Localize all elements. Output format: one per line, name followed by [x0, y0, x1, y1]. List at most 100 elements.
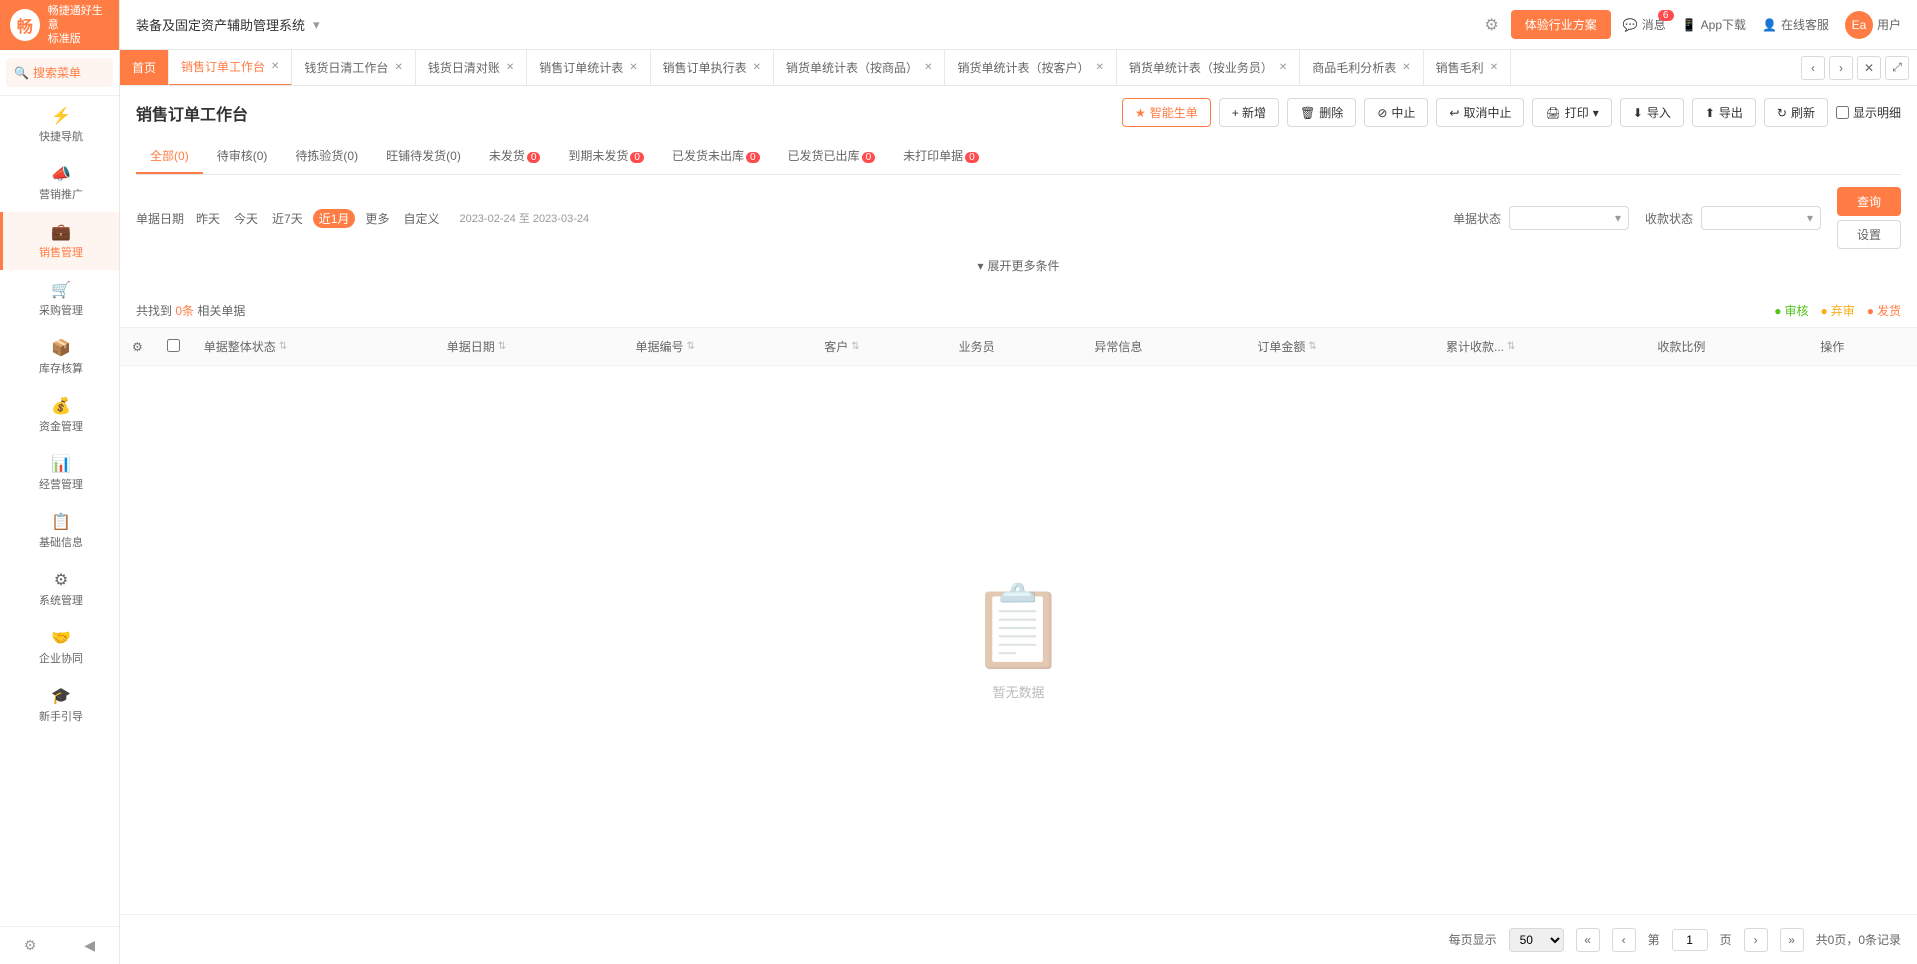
sidebar-item-quick-nav[interactable]: ⚡ 快捷导航	[0, 96, 119, 154]
smart-create-button[interactable]: ★ 智能生单	[1122, 98, 1211, 127]
sidebar-item-sales[interactable]: 💼 销售管理	[0, 212, 119, 270]
pagination-next-button[interactable]: ›	[1744, 928, 1768, 952]
sort-date-button[interactable]: 单据日期 ⇅	[447, 338, 612, 355]
tab-close-cash-reconcile[interactable]: ✕	[506, 62, 514, 73]
filter-tab-overdue[interactable]: 到期未发货0	[554, 139, 658, 174]
filter-tab-all[interactable]: 全部(0)	[136, 139, 203, 174]
filter-tab-shipped-not-out[interactable]: 已发货未出库0	[658, 139, 774, 174]
select-all-checkbox[interactable]	[167, 339, 180, 352]
tab-close-sales-by-staff[interactable]: ✕	[1279, 62, 1287, 73]
filter-tab-shipped-out[interactable]: 已发货已出库0	[774, 139, 890, 174]
print-dropdown-icon: ▾	[1593, 106, 1599, 120]
user-menu-button[interactable]: Ea 用户	[1845, 11, 1901, 39]
search-icon: 🔍	[14, 66, 29, 80]
tab-sales-by-staff[interactable]: 销货单统计表（按业务员） ✕	[1117, 50, 1300, 86]
sidebar-item-marketing[interactable]: 📣 营销推广	[0, 154, 119, 212]
industry-solution-button[interactable]: 体验行业方案	[1511, 10, 1611, 39]
sort-collected-button[interactable]: 累计收款... ⇅	[1446, 338, 1633, 355]
tab-close-sales-profit[interactable]: ✕	[1490, 62, 1498, 73]
topbar-dropdown-icon[interactable]: ▾	[313, 17, 320, 33]
sort-status-button[interactable]: 单据整体状态 ⇅	[204, 338, 423, 355]
tab-margin-analysis[interactable]: 商品毛利分析表 ✕	[1300, 50, 1423, 86]
date-opt-1month[interactable]: 近1月	[313, 209, 356, 228]
page-number-input[interactable]	[1672, 929, 1708, 951]
shipped-not-out-badge: 0	[746, 152, 760, 163]
tab-sales-by-customer[interactable]: 销货单统计表（按客户） ✕	[945, 50, 1116, 86]
date-range-display: 2023-02-24 至 2023-03-24	[459, 210, 589, 226]
date-opt-7days[interactable]: 近7天	[268, 208, 307, 229]
topbar-settings-icon[interactable]: ⚙	[1484, 15, 1498, 35]
message-button[interactable]: 💬 消息 6	[1623, 16, 1666, 33]
search-menu-button[interactable]: 🔍 搜索菜单	[6, 58, 113, 87]
sidebar-item-basic-info[interactable]: 📋 基础信息	[0, 502, 119, 560]
sidebar-item-finance[interactable]: 💰 资金管理	[0, 386, 119, 444]
column-settings-icon[interactable]: ⚙	[132, 340, 143, 354]
tab-cash-reconcile[interactable]: 钱货日清对账 ✕	[416, 50, 527, 86]
query-button[interactable]: 查询	[1837, 187, 1901, 216]
tabbar-close-all-button[interactable]: ✕	[1857, 56, 1881, 80]
settings-button[interactable]: 设置	[1837, 220, 1901, 249]
stop-button[interactable]: ⊘ 中止	[1364, 98, 1428, 127]
filter-tab-not-shipped[interactable]: 未发货0	[475, 139, 555, 174]
per-page-select[interactable]: 50 10 20 100	[1509, 928, 1564, 952]
tab-close-sales-stats[interactable]: ✕	[629, 62, 637, 73]
tab-home[interactable]: 首页	[120, 50, 169, 86]
tabbar-prev-button[interactable]: ‹	[1801, 56, 1825, 80]
refresh-button[interactable]: ↻ 刷新	[1764, 98, 1828, 127]
bulk-ship-button[interactable]: ● 发货	[1867, 302, 1901, 319]
date-opt-more[interactable]: 更多	[361, 208, 393, 229]
cancel-stop-button[interactable]: ↩ 取消中止	[1436, 98, 1524, 127]
tab-close-sales-by-goods[interactable]: ✕	[924, 62, 932, 73]
pagination-first-button[interactable]: «	[1576, 928, 1600, 952]
tab-cash-daily[interactable]: 钱货日清工作台 ✕	[292, 50, 415, 86]
sidebar-item-cooperation[interactable]: 🤝 企业协同	[0, 618, 119, 676]
new-button[interactable]: + 新增	[1219, 98, 1279, 127]
filter-tab-wangpu[interactable]: 旺铺待发货(0)	[372, 139, 475, 174]
sidebar-collapse-button[interactable]: ◀	[84, 937, 95, 954]
expand-conditions-button[interactable]: ▾ 展开更多条件	[977, 257, 1059, 274]
date-opt-yesterday[interactable]: 昨天	[192, 208, 224, 229]
sidebar-item-operations[interactable]: 📊 经营管理	[0, 444, 119, 502]
sort-amount-button[interactable]: 订单金额 ⇅	[1257, 338, 1422, 355]
sidebar-item-system[interactable]: ⚙ 系统管理	[0, 560, 119, 618]
star-icon: ★	[1135, 106, 1146, 120]
delete-button[interactable]: 🗑 删除	[1287, 98, 1356, 127]
tab-sales-by-goods[interactable]: 销货单统计表（按商品） ✕	[774, 50, 945, 86]
status-field: 单据状态	[1453, 206, 1629, 230]
date-opt-today[interactable]: 今天	[230, 208, 262, 229]
bulk-unapprove-button[interactable]: ● 弃审	[1820, 302, 1854, 319]
tab-close-margin-analysis[interactable]: ✕	[1402, 62, 1410, 73]
export-button[interactable]: ⬆ 导出	[1692, 98, 1756, 127]
payment-select[interactable]	[1701, 206, 1821, 230]
tab-close-cash-daily[interactable]: ✕	[394, 62, 402, 73]
sidebar-item-inventory[interactable]: 📦 库存核算	[0, 328, 119, 386]
sidebar-item-guide[interactable]: 🎓 新手引导	[0, 676, 119, 734]
filter-tab-not-printed[interactable]: 未打印单据0	[889, 139, 993, 174]
pagination-last-button[interactable]: »	[1780, 928, 1804, 952]
online-service-button[interactable]: 👤 在线客服	[1762, 16, 1829, 33]
tab-sales-stats[interactable]: 销售订单统计表 ✕	[527, 50, 650, 86]
status-select[interactable]	[1509, 206, 1629, 230]
bulk-approve-button[interactable]: ● 审核	[1774, 302, 1808, 319]
tab-sales-workbench[interactable]: 销售订单工作台 ✕	[169, 50, 292, 86]
sidebar-item-purchase[interactable]: 🛒 采购管理	[0, 270, 119, 328]
show-detail-checkbox-area[interactable]: 显示明细	[1836, 104, 1901, 121]
date-opt-custom[interactable]: 自定义	[399, 208, 443, 229]
pagination-prev-button[interactable]: ‹	[1612, 928, 1636, 952]
tab-close-sales-by-customer[interactable]: ✕	[1095, 62, 1103, 73]
sort-number-button[interactable]: 单据编号 ⇅	[635, 338, 800, 355]
sidebar-settings-button[interactable]: ⚙	[24, 937, 37, 954]
show-detail-checkbox[interactable]	[1836, 106, 1849, 119]
import-button[interactable]: ⬇ 导入	[1620, 98, 1684, 127]
tab-close-sales-workbench[interactable]: ✕	[271, 61, 279, 72]
tabbar-next-button[interactable]: ›	[1829, 56, 1853, 80]
tabbar-fullscreen-button[interactable]: ⤢	[1885, 56, 1909, 80]
sort-customer-button[interactable]: 客户 ⇅	[824, 338, 934, 355]
app-download-button[interactable]: 📱 App下载	[1682, 16, 1746, 33]
filter-tab-pending-review[interactable]: 待审核(0)	[203, 139, 282, 174]
tab-sales-profit[interactable]: 销售毛利 ✕	[1424, 50, 1511, 86]
tab-sales-exec[interactable]: 销售订单执行表 ✕	[651, 50, 774, 86]
filter-tab-pending-check[interactable]: 待拣验货(0)	[281, 139, 372, 174]
tab-close-sales-exec[interactable]: ✕	[753, 62, 761, 73]
print-button[interactable]: 🖨 打印 ▾	[1532, 98, 1611, 127]
